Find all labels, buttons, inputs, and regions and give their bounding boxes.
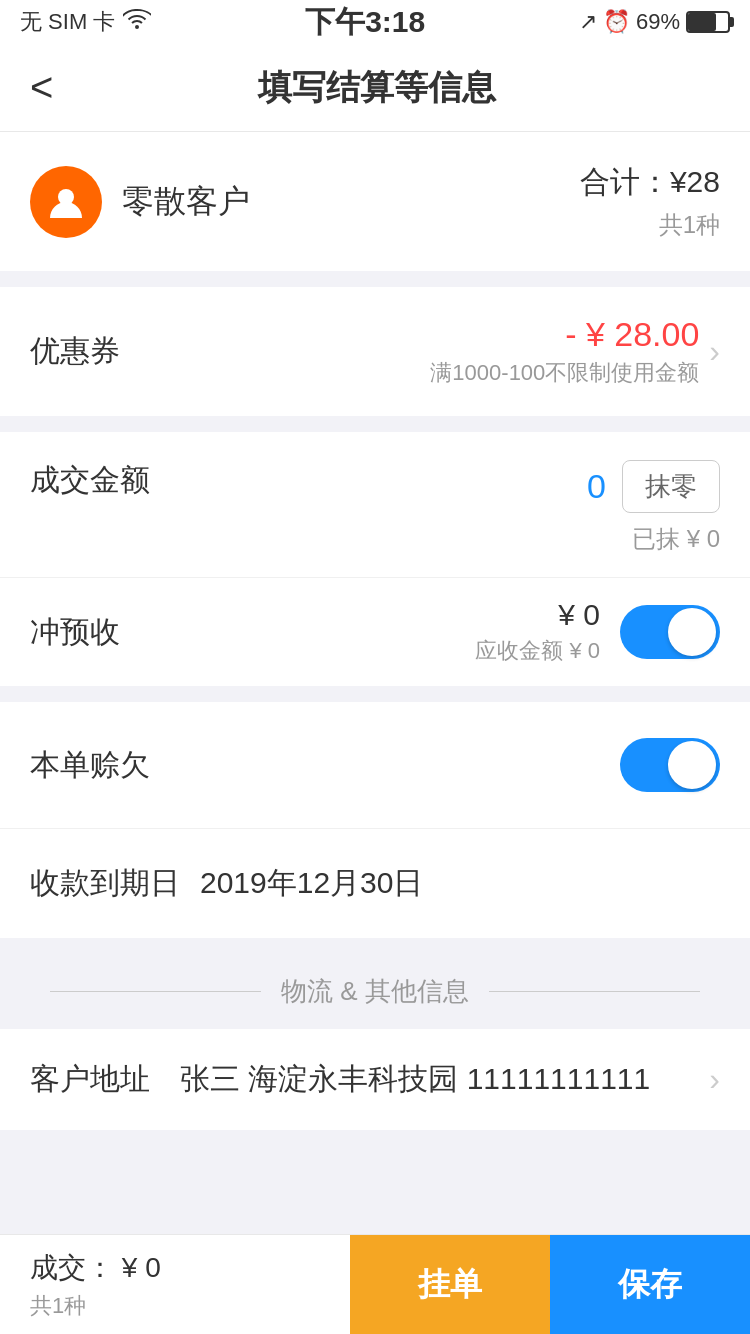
amount-right: 0 抹零: [587, 460, 720, 513]
address-section[interactable]: 客户地址 张三 海淀永丰科技园 11111111111 ›: [0, 1029, 750, 1130]
customer-section: 零散客户 合计：¥28 共1种: [0, 132, 750, 271]
address-value: 张三 海淀永丰科技园 11111111111: [180, 1059, 709, 1100]
debt-label: 本单赊欠: [30, 745, 150, 786]
bottom-spacer: [0, 1146, 750, 1246]
due-date-label: 收款到期日: [30, 863, 180, 904]
nav-bar: < 填写结算等信息: [0, 44, 750, 132]
customer-name: 零散客户: [122, 180, 250, 224]
debt-row: 本单赊欠: [0, 702, 750, 828]
round-button[interactable]: 抹零: [622, 460, 720, 513]
amount-value[interactable]: 0: [587, 467, 606, 506]
battery-percent: 69%: [636, 9, 680, 35]
save-button[interactable]: 保存: [550, 1235, 750, 1334]
customer-row: 零散客户 合计：¥28 共1种: [0, 132, 750, 271]
advance-amount-wrap: ¥ 0 应收金额 ¥ 0: [475, 598, 600, 666]
wifi-icon: [123, 9, 151, 35]
advance-sub: 应收金额 ¥ 0: [475, 636, 600, 666]
advance-label: 冲预收: [30, 612, 120, 653]
total-amount: 合计：¥28: [580, 162, 720, 203]
back-button[interactable]: <: [30, 65, 73, 110]
divider-1: [0, 938, 750, 954]
coupon-discount: - ¥ 28.00: [430, 315, 699, 354]
amount-label: 成交金额: [30, 460, 150, 501]
coupon-right: - ¥ 28.00 满1000-100不限制使用金额 ›: [430, 315, 720, 388]
amount-sub: 已抹 ¥ 0: [0, 523, 750, 577]
status-right: ↗ ⏰ 69%: [579, 9, 730, 35]
status-bar: 无 SIM 卡 下午3:18 ↗ ⏰ 69%: [0, 0, 750, 44]
coupon-row[interactable]: 优惠券 - ¥ 28.00 满1000-100不限制使用金额 ›: [0, 287, 750, 416]
amount-row: 成交金额 0 抹零: [0, 432, 750, 523]
customer-total: 合计：¥28 共1种: [580, 162, 720, 241]
transaction-section: 成交金额 0 抹零 已抹 ¥ 0 冲预收 ¥ 0 应收金额 ¥ 0: [0, 432, 750, 686]
due-date-value: 2019年12月30日: [200, 863, 423, 904]
coupon-desc: 满1000-100不限制使用金额: [430, 358, 699, 388]
advance-row: 冲预收 ¥ 0 应收金额 ¥ 0: [0, 577, 750, 686]
coupon-label: 优惠券: [30, 331, 120, 372]
alarm-icon: ⏰: [603, 9, 630, 35]
address-chevron-icon: ›: [709, 1061, 720, 1098]
logistics-header: 物流 & 其他信息: [0, 954, 750, 1029]
advance-toggle-knob: [668, 608, 716, 656]
debt-section: 本单赊欠 收款到期日 2019年12月30日: [0, 702, 750, 938]
page-title: 填写结算等信息: [73, 65, 680, 111]
avatar: [30, 166, 102, 238]
total-count: 共1种: [580, 209, 720, 241]
debt-toggle-knob: [668, 741, 716, 789]
bottom-summary: 成交： ¥ 0 共1种: [0, 1249, 350, 1321]
due-date-row: 收款到期日 2019年12月30日: [0, 828, 750, 938]
hold-button[interactable]: 挂单: [350, 1235, 550, 1334]
save-label: 保存: [618, 1263, 682, 1307]
advance-amount: ¥ 0: [475, 598, 600, 632]
bottom-summary-count: 共1种: [30, 1291, 320, 1321]
hold-label: 挂单: [418, 1263, 482, 1307]
advance-toggle[interactable]: [620, 605, 720, 659]
customer-left: 零散客户: [30, 166, 250, 238]
location-icon: ↗: [579, 9, 597, 35]
coupon-chevron-icon: ›: [709, 333, 720, 370]
advance-right: ¥ 0 应收金额 ¥ 0: [475, 598, 720, 666]
coupon-section[interactable]: 优惠券 - ¥ 28.00 满1000-100不限制使用金额 ›: [0, 287, 750, 416]
battery-icon: [686, 11, 730, 33]
logistics-label: 物流 & 其他信息: [281, 974, 469, 1009]
status-time: 下午3:18: [305, 2, 425, 43]
address-row[interactable]: 客户地址 张三 海淀永丰科技园 11111111111 ›: [0, 1029, 750, 1130]
debt-toggle[interactable]: [620, 738, 720, 792]
bottom-bar: 成交： ¥ 0 共1种 挂单 保存: [0, 1234, 750, 1334]
status-left: 无 SIM 卡: [20, 7, 151, 37]
address-label: 客户地址: [30, 1059, 150, 1100]
bottom-summary-amount: 成交： ¥ 0: [30, 1249, 320, 1287]
no-sim-label: 无 SIM 卡: [20, 7, 115, 37]
